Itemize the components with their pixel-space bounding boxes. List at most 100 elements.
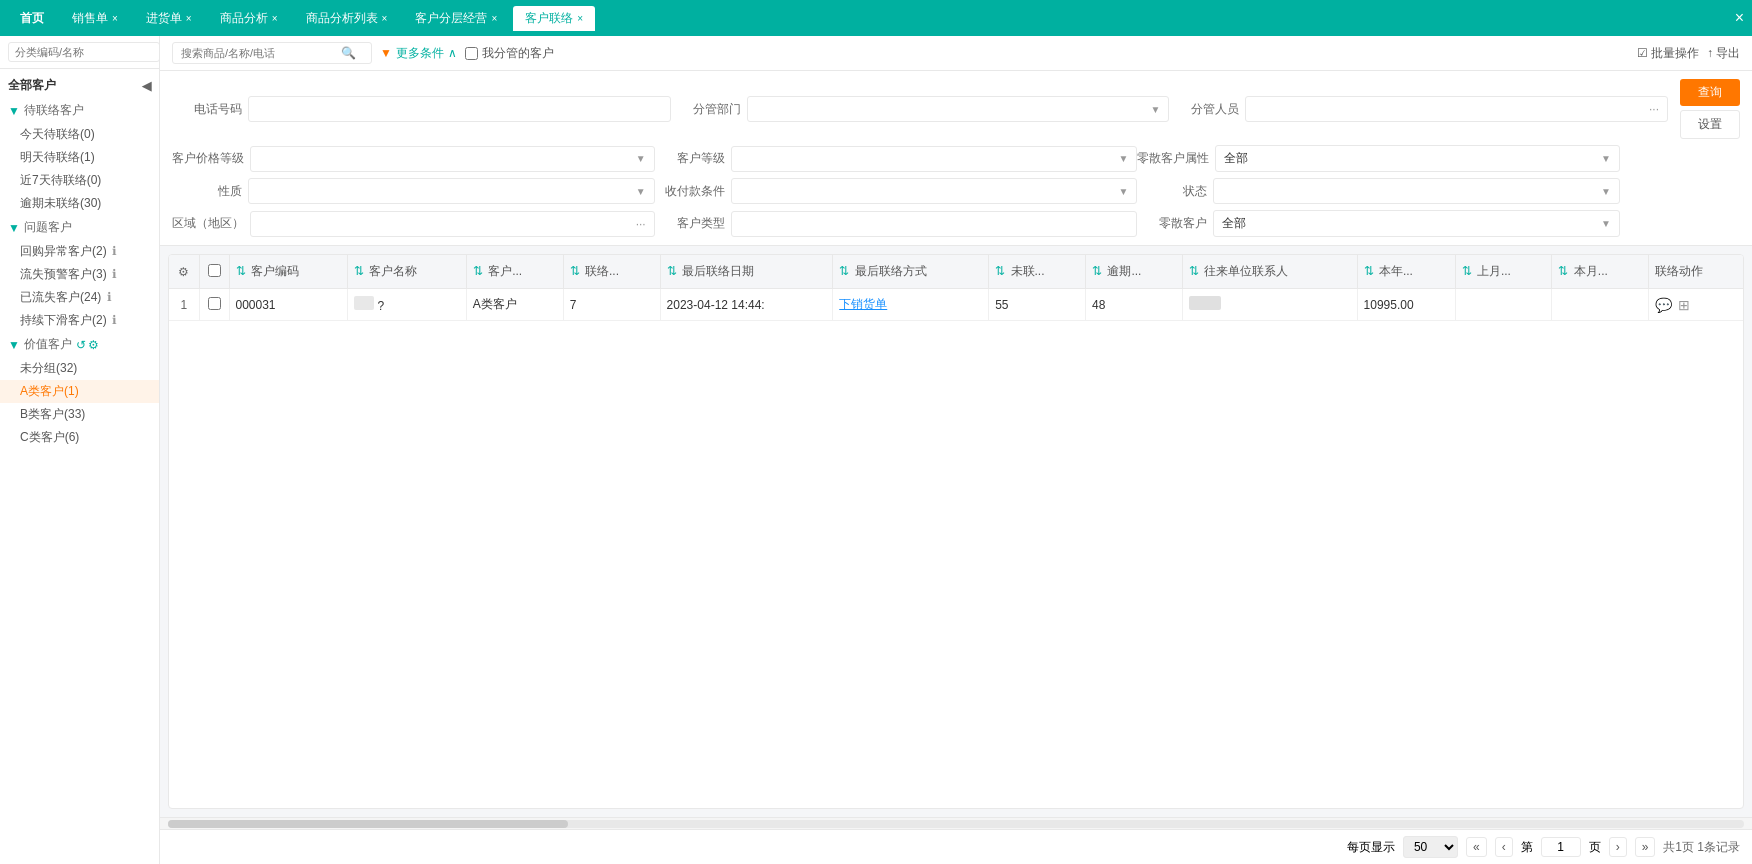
row-lastcontactmethod: 下销货单 — [833, 289, 989, 321]
sidebar-search-input[interactable] — [8, 42, 160, 62]
sort-icon6[interactable]: ⇅ — [839, 264, 849, 278]
region-label: 区域（地区） — [172, 215, 244, 232]
main-layout: 🔍 全部客户 ◀ ▼ 待联络客户 今天待联络(0) 明天待联络(1) 近7天待联… — [0, 36, 1752, 864]
per-page-select[interactable]: 50 100 200 — [1403, 836, 1458, 858]
sidebar-item-class-b[interactable]: B类客户(33) — [0, 403, 159, 426]
arrow-down-icon3: ▼ — [8, 338, 20, 352]
filter-search-icon[interactable]: 🔍 — [341, 46, 356, 60]
contact-method-link[interactable]: 下销货单 — [839, 297, 887, 311]
sidebar-collapse-icon[interactable]: ◀ — [142, 79, 151, 93]
value-settings-icon[interactable]: ⚙ — [88, 338, 99, 352]
filter-cell-phone: 电话号码 — [172, 96, 671, 122]
sidebar-group-pending[interactable]: ▼ 待联络客户 — [0, 98, 159, 123]
person-input[interactable]: ··· — [1245, 96, 1668, 122]
sidebar-item-today[interactable]: 今天待联络(0) — [0, 123, 159, 146]
nature-label: 性质 — [172, 183, 242, 200]
sort-icon9[interactable]: ⇅ — [1189, 264, 1199, 278]
filter-search-input[interactable] — [181, 47, 341, 59]
sidebar-item-churn-warning[interactable]: 流失预警客户(3) ℹ — [0, 263, 159, 286]
dept-select[interactable]: ▼ — [747, 96, 1170, 122]
page-number-input[interactable] — [1541, 837, 1581, 857]
sort-icon[interactable]: ⇅ — [236, 264, 246, 278]
sidebar-item-class-c[interactable]: C类客户(6) — [0, 426, 159, 449]
nav-tab-analysis[interactable]: 商品分析 × — [208, 6, 290, 31]
row-contactcount: 7 — [563, 289, 660, 321]
close-analysis-tab[interactable]: × — [272, 13, 278, 24]
sidebar-item-churned[interactable]: 已流失客户(24) ℹ — [0, 286, 159, 309]
phone-label: 电话号码 — [172, 101, 242, 118]
nav-tab-customer-contact[interactable]: 客户联络 × — [513, 6, 595, 31]
scroll-thumb[interactable] — [168, 820, 568, 828]
close-customer-contact-tab[interactable]: × — [577, 13, 583, 24]
status-select[interactable]: ▼ — [1213, 178, 1620, 204]
close-window-button[interactable]: × — [1735, 9, 1744, 27]
sidebar-item-overdue[interactable]: 逾期未联络(30) — [0, 192, 159, 215]
row-checkbox[interactable] — [208, 297, 221, 310]
retailcustomer-select[interactable]: 全部 ▼ — [1213, 210, 1620, 237]
nav-home[interactable]: 首页 — [8, 6, 56, 31]
status-arrow-icon: ▼ — [1601, 186, 1611, 197]
all-customers-header[interactable]: 全部客户 ◀ — [0, 69, 159, 98]
batch-op-button[interactable]: ☑ 批量操作 — [1637, 45, 1699, 62]
sidebar-item-7days[interactable]: 近7天待联络(0) — [0, 169, 159, 192]
sort-icon5[interactable]: ⇅ — [667, 264, 677, 278]
last-page-button[interactable]: » — [1635, 837, 1656, 857]
region-dots-icon: ··· — [636, 217, 646, 231]
close-sales-tab[interactable]: × — [112, 13, 118, 24]
first-page-button[interactable]: « — [1466, 837, 1487, 857]
pricelevel-select[interactable]: ▼ — [250, 146, 655, 172]
th-gear[interactable]: ⚙ — [169, 255, 199, 289]
phone-input[interactable] — [248, 96, 671, 122]
gear-icon[interactable]: ⚙ — [178, 265, 189, 279]
sidebar-group-problem[interactable]: ▼ 问题客户 — [0, 215, 159, 240]
my-customers-checkbox[interactable] — [465, 47, 478, 60]
setting-button[interactable]: 设置 — [1680, 110, 1740, 139]
nav-tab-customer-tier[interactable]: 客户分层经营 × — [403, 6, 509, 31]
value-refresh-icon[interactable]: ↺ — [76, 338, 86, 352]
nav-tab-analysis-list[interactable]: 商品分析列表 × — [294, 6, 400, 31]
filter-row-2: 客户价格等级 ▼ 客户等级 ▼ 零散客户属性 全部 — [172, 145, 1740, 172]
paycondition-select[interactable]: ▼ — [731, 178, 1138, 204]
nav-tab-sales[interactable]: 销售单 × — [60, 6, 130, 31]
sidebar-item-ungrouped[interactable]: 未分组(32) — [0, 357, 159, 380]
arrow-down-icon: ▼ — [8, 104, 20, 118]
customerlevel-select[interactable]: ▼ — [731, 146, 1138, 172]
export-button[interactable]: ↑ 导出 — [1707, 45, 1740, 62]
sidebar-item-declining[interactable]: 持续下滑客户(2) ℹ — [0, 309, 159, 332]
chat-icon[interactable]: 💬 — [1655, 297, 1672, 313]
close-purchase-tab[interactable]: × — [186, 13, 192, 24]
sidebar-item-class-a[interactable]: A类客户(1) — [0, 380, 159, 403]
sort-icon7[interactable]: ⇅ — [995, 264, 1005, 278]
sort-icon3[interactable]: ⇅ — [473, 264, 483, 278]
sort-icon12[interactable]: ⇅ — [1558, 264, 1568, 278]
horizontal-scrollbar[interactable] — [160, 817, 1752, 829]
close-customer-tier-tab[interactable]: × — [491, 13, 497, 24]
sort-icon4[interactable]: ⇅ — [570, 264, 580, 278]
close-analysis-list-tab[interactable]: × — [382, 13, 388, 24]
sort-icon10[interactable]: ⇅ — [1364, 264, 1374, 278]
batch-check-icon: ☑ — [1637, 46, 1648, 60]
region-input[interactable]: ··· — [250, 211, 655, 237]
qr-icon[interactable]: ⊞ — [1678, 297, 1690, 313]
query-button[interactable]: 查询 — [1680, 79, 1740, 106]
filter-cell-pricelevel: 客户价格等级 ▼ — [172, 146, 655, 172]
nav-tab-purchase[interactable]: 进货单 × — [134, 6, 204, 31]
sort-icon8[interactable]: ⇅ — [1092, 264, 1102, 278]
unit-contact-avatar — [1189, 296, 1221, 310]
dept-label: 分管部门 — [671, 101, 741, 118]
sidebar-group-value[interactable]: ▼ 价值客户 ↺ ⚙ — [0, 332, 159, 357]
sidebar-item-repurchase-abnormal[interactable]: 回购异常客户(2) ℹ — [0, 240, 159, 263]
select-all-checkbox[interactable] — [208, 264, 221, 277]
sort-icon2[interactable]: ⇅ — [354, 264, 364, 278]
next-page-button[interactable]: › — [1609, 837, 1627, 857]
row-checkbox-cell[interactable] — [199, 289, 229, 321]
sidebar-item-tomorrow[interactable]: 明天待联络(1) — [0, 146, 159, 169]
my-customers-filter[interactable]: 我分管的客户 — [465, 45, 554, 62]
customertype-input[interactable] — [731, 211, 1138, 237]
retailattr-select[interactable]: 全部 ▼ — [1215, 145, 1620, 172]
nature-select[interactable]: ▼ — [248, 178, 655, 204]
th-checkbox[interactable] — [199, 255, 229, 289]
sort-icon11[interactable]: ⇅ — [1462, 264, 1472, 278]
filter-more-button[interactable]: ▼ 更多条件 ∧ — [380, 45, 457, 62]
prev-page-button[interactable]: ‹ — [1495, 837, 1513, 857]
